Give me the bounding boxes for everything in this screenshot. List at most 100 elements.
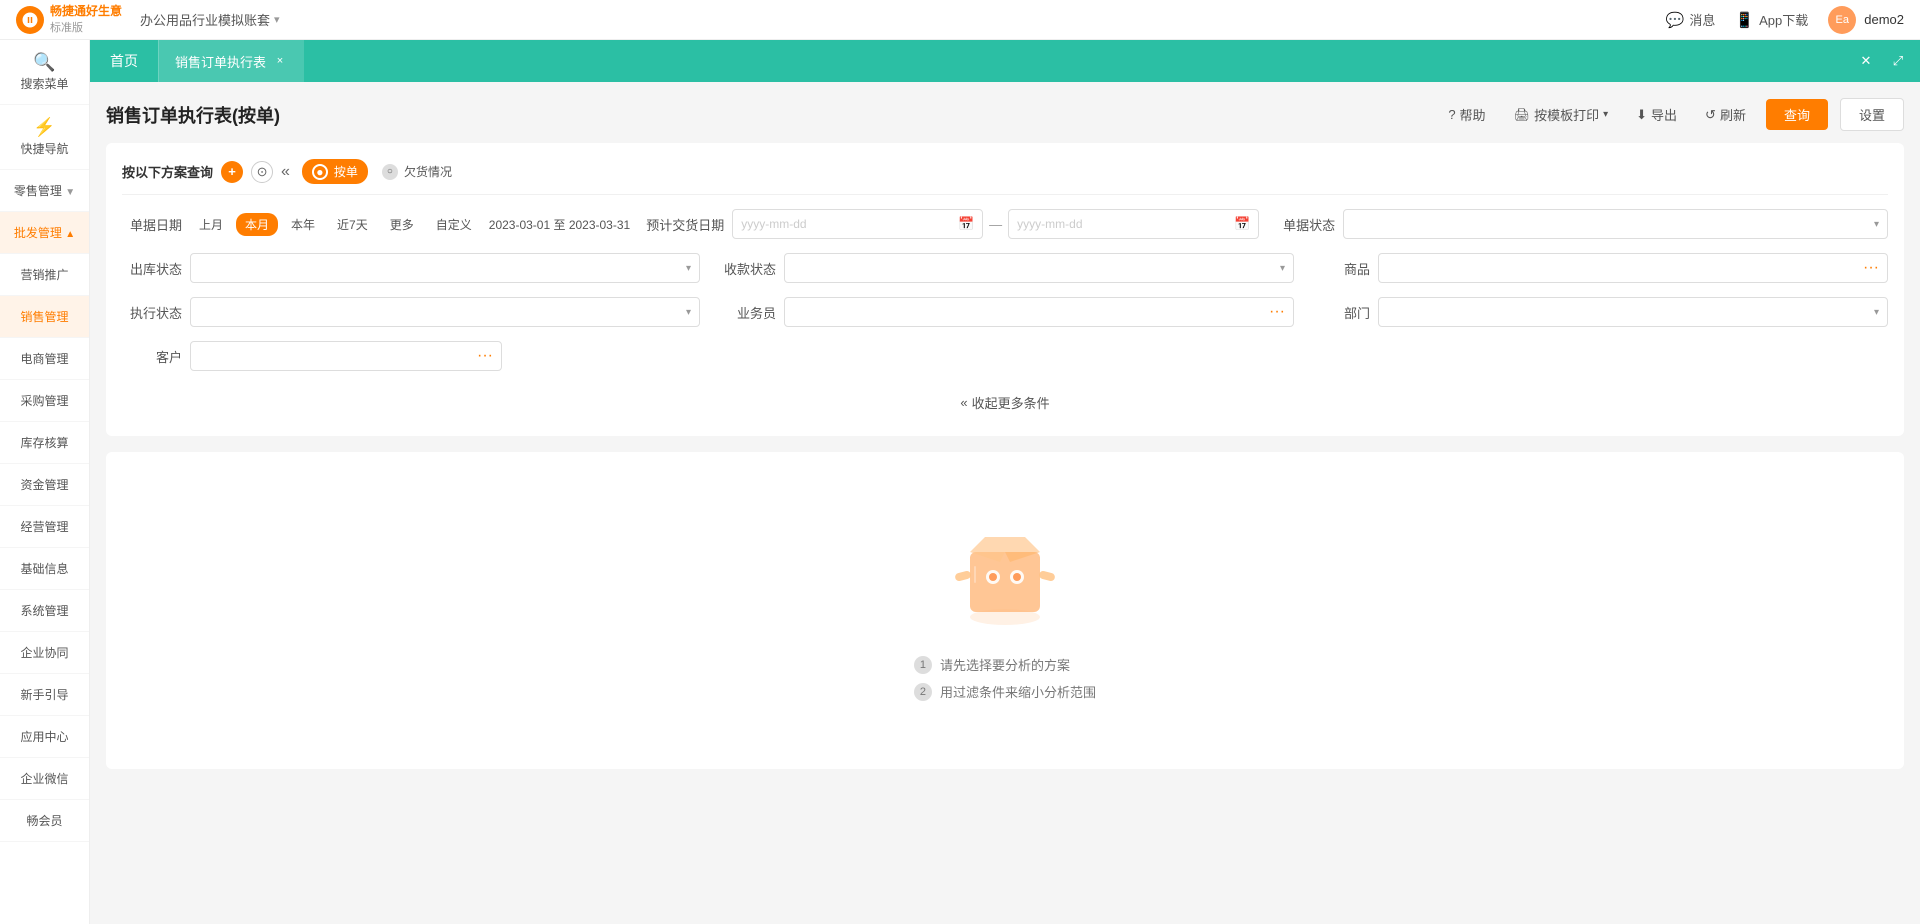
step-num-2: 2 bbox=[914, 683, 932, 701]
settings-plan-button[interactable]: ⊙ bbox=[251, 161, 273, 183]
empty-icon bbox=[945, 512, 1065, 635]
sidebar-item-purchase[interactable]: 采购管理 bbox=[0, 380, 89, 422]
tab-close-btn[interactable]: ✕ bbox=[1854, 49, 1878, 73]
sidebar-item-newuser[interactable]: 新手引导 bbox=[0, 674, 89, 716]
plan-item-press-order[interactable]: ● 按单 bbox=[302, 159, 368, 184]
collect-status-field: 收款状态 ▾ bbox=[716, 253, 1294, 283]
sidebar-item-finance[interactable]: 资金管理 bbox=[0, 464, 89, 506]
doc-date-label: 单据日期 bbox=[122, 215, 182, 234]
date-btn-last-month[interactable]: 上月 bbox=[190, 213, 232, 236]
date-btn-more[interactable]: 更多 bbox=[381, 213, 423, 236]
sidebar-item-enterprise-wechat[interactable]: 企业微信 bbox=[0, 758, 89, 800]
message-label: 消息 bbox=[1689, 10, 1715, 29]
date-quick-buttons: 上月 本月 本年 近7天 更多 bbox=[190, 213, 481, 236]
sidebar-item-search-menu[interactable]: 🔍 搜索菜单 bbox=[0, 40, 89, 105]
sidebar-item-system[interactable]: 系统管理 bbox=[0, 590, 89, 632]
page-title-bar: 销售订单执行表(按单) ? 帮助 🖨 按模板打印 ▾ ⬇ 导出 bbox=[106, 98, 1904, 131]
filter-panel: 按以下方案查询 + ⊙ « bbox=[106, 143, 1904, 436]
tab-close-icon[interactable]: × bbox=[272, 53, 288, 69]
date-start-input[interactable]: yyyy-mm-dd 📅 bbox=[732, 209, 983, 239]
collect-status-select[interactable]: ▾ bbox=[784, 253, 1294, 283]
logo-main-text: 畅捷通好生意 bbox=[50, 4, 122, 20]
print-chevron-icon: ▾ bbox=[1603, 109, 1608, 120]
setting-button[interactable]: 设置 bbox=[1840, 98, 1904, 131]
print-button[interactable]: 🖨 按模板打印 ▾ bbox=[1506, 101, 1617, 128]
date-btn-this-month[interactable]: 本月 bbox=[236, 213, 278, 236]
dept-field: 部门 ▾ bbox=[1310, 297, 1888, 327]
page-content: 销售订单执行表(按单) ? 帮助 🖨 按模板打印 ▾ ⬇ 导出 bbox=[90, 82, 1920, 924]
page-title: 销售订单执行表(按单) bbox=[106, 102, 280, 128]
exec-status-field: 执行状态 ▾ bbox=[122, 297, 700, 327]
sidebar-item-quick-nav[interactable]: ⚡ 快捷导航 bbox=[0, 105, 89, 170]
top-bar: 畅捷通好生意 标准版 办公用品行业模拟账套 ▾ 💬 消息 📱 App下载 Ea … bbox=[0, 0, 1920, 40]
out-status-label: 出库状态 bbox=[122, 259, 182, 278]
tab-home[interactable]: 首页 bbox=[90, 40, 158, 82]
salesperson-select[interactable]: ··· bbox=[784, 297, 1294, 327]
app-download-label: App下载 bbox=[1759, 10, 1808, 29]
collapse-subnav-button[interactable]: « bbox=[281, 163, 290, 181]
export-button[interactable]: ⬇ 导出 bbox=[1628, 101, 1685, 128]
tab-sales-label: 销售订单执行表 bbox=[175, 52, 266, 71]
filter-row-4: 客户 ··· bbox=[122, 341, 1888, 371]
exec-status-select[interactable]: ▾ bbox=[190, 297, 700, 327]
doc-status-select[interactable]: ▾ bbox=[1343, 209, 1888, 239]
collapse-more-button[interactable]: « 收起更多条件 bbox=[960, 393, 1049, 412]
dept-select[interactable]: ▾ bbox=[1378, 297, 1888, 327]
message-action[interactable]: 💬 消息 bbox=[1666, 10, 1716, 29]
avatar: Ea bbox=[1828, 6, 1856, 34]
exec-status-label: 执行状态 bbox=[122, 303, 182, 322]
date-btn-this-year[interactable]: 本年 bbox=[282, 213, 324, 236]
sidebar-item-appcenter[interactable]: 应用中心 bbox=[0, 716, 89, 758]
date-end-input[interactable]: yyyy-mm-dd 📅 bbox=[1008, 209, 1259, 239]
workspace-selector[interactable]: 办公用品行业模拟账套 ▾ bbox=[132, 6, 288, 33]
collapse-more-icon: « bbox=[960, 395, 967, 410]
sidebar-item-member[interactable]: 畅会员 bbox=[0, 800, 89, 842]
sidebar-item-sales[interactable]: 销售管理 bbox=[0, 296, 89, 338]
add-plan-button[interactable]: + bbox=[221, 161, 243, 183]
out-status-select[interactable]: ▾ bbox=[190, 253, 700, 283]
dept-label: 部门 bbox=[1310, 303, 1370, 322]
sidebar-item-basic-info[interactable]: 基础信息 bbox=[0, 548, 89, 590]
plan-item-owed-goods[interactable]: ○ 欠货情况 bbox=[372, 159, 462, 184]
sidebar-item-marketing[interactable]: 营销推广 bbox=[0, 254, 89, 296]
goods-select[interactable]: ··· bbox=[1378, 253, 1888, 283]
app-download-action[interactable]: 📱 App下载 bbox=[1735, 10, 1808, 29]
empty-step-2: 2 用过滤条件来缩小分析范围 bbox=[914, 682, 1096, 701]
logo-area: 畅捷通好生意 标准版 bbox=[16, 4, 122, 36]
top-bar-right: 💬 消息 📱 App下载 Ea demo2 bbox=[1666, 6, 1904, 34]
customer-label: 客户 bbox=[122, 347, 182, 366]
customer-dots-icon: ··· bbox=[477, 347, 493, 365]
user-name: demo2 bbox=[1864, 12, 1904, 27]
plan-item-icon: ● bbox=[312, 164, 328, 180]
date-separator: — bbox=[989, 217, 1002, 232]
customer-select[interactable]: ··· bbox=[190, 341, 502, 371]
content-area: 首页 销售订单执行表 × ✕ ⤢ 销售订单执行表(按单) bbox=[90, 40, 1920, 924]
sidebar-item-operation[interactable]: 经营管理 bbox=[0, 506, 89, 548]
search-button[interactable]: 查询 bbox=[1766, 99, 1828, 130]
tab-maximize-btn[interactable]: ⤢ bbox=[1886, 49, 1910, 73]
expected-delivery-field: 预计交货日期 yyyy-mm-dd 📅 — yyyy-mm-dd 📅 bbox=[646, 209, 1259, 239]
maximize-icon: ⤢ bbox=[1893, 53, 1903, 69]
sub-nav-title: 按以下方案查询 bbox=[122, 162, 213, 181]
help-icon: ? bbox=[1448, 107, 1455, 122]
date-btn-7days[interactable]: 近7天 bbox=[328, 213, 377, 236]
sidebar-item-retail-mgmt[interactable]: 零售管理 ▼ bbox=[0, 170, 89, 212]
user-profile[interactable]: Ea demo2 bbox=[1828, 6, 1904, 34]
tab-sales-execution[interactable]: 销售订单执行表 × bbox=[158, 40, 304, 82]
workspace-name: 办公用品行业模拟账套 bbox=[140, 10, 270, 29]
avatar-initial: Ea bbox=[1836, 14, 1849, 26]
sidebar-item-inventory[interactable]: 库存核算 bbox=[0, 422, 89, 464]
help-button[interactable]: ? 帮助 bbox=[1440, 101, 1493, 128]
sidebar: 🔍 搜索菜单 ⚡ 快捷导航 零售管理 ▼ 批发管理 ▲ 营销推广 销售管理 电商… bbox=[0, 40, 90, 924]
collapse-more-row: « 收起更多条件 bbox=[122, 385, 1888, 420]
sidebar-item-enterprise[interactable]: 企业协同 bbox=[0, 632, 89, 674]
refresh-button[interactable]: ↺ 刷新 bbox=[1697, 101, 1754, 128]
calendar-end-icon[interactable]: 📅 bbox=[1234, 216, 1250, 232]
collect-status-chevron-icon: ▾ bbox=[1280, 263, 1285, 274]
calendar-start-icon[interactable]: 📅 bbox=[958, 216, 974, 232]
date-btn-custom[interactable]: 自定义 bbox=[427, 213, 481, 236]
tab-bar-actions: ✕ ⤢ bbox=[1844, 49, 1920, 73]
goods-field: 商品 ··· bbox=[1310, 253, 1888, 283]
sidebar-item-ecommerce[interactable]: 电商管理 bbox=[0, 338, 89, 380]
sidebar-item-wholesale-mgmt[interactable]: 批发管理 ▲ bbox=[0, 212, 89, 254]
